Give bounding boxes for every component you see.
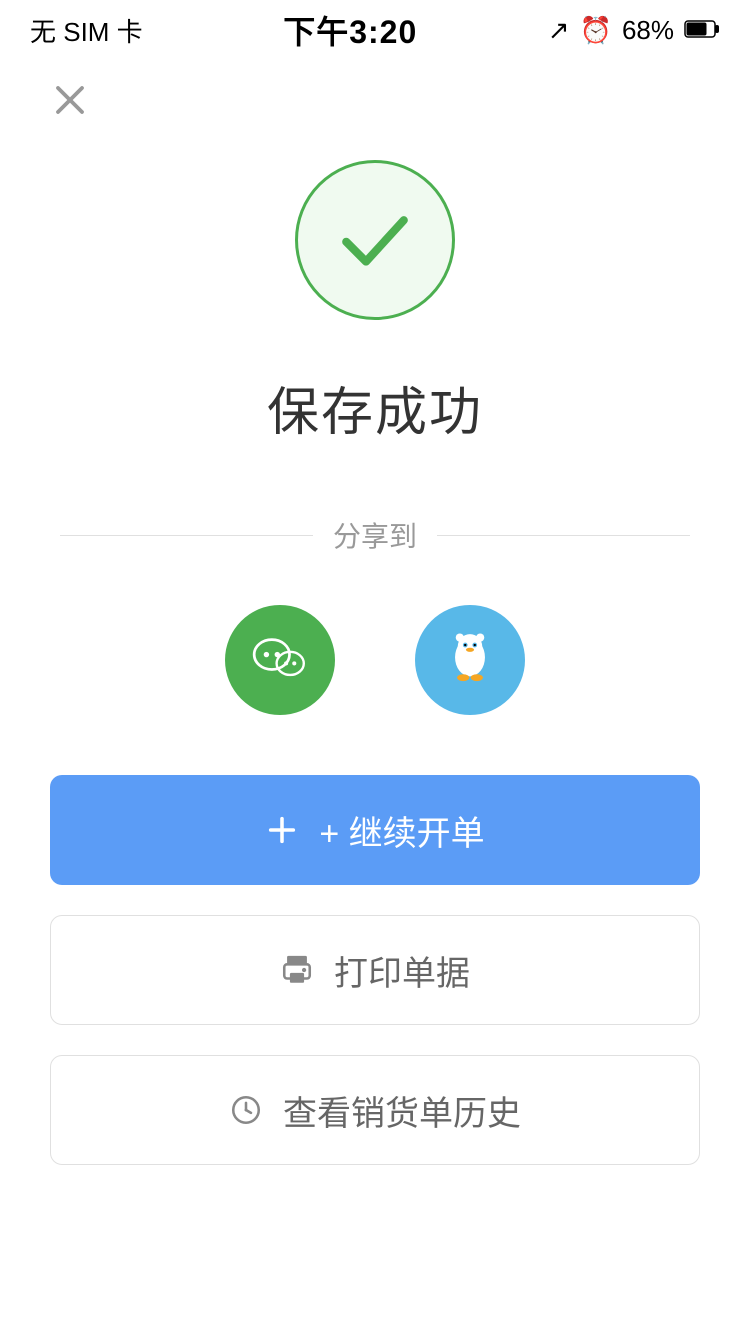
action-buttons: + 继续开单 打印单据 查看销货单历史 [0,775,750,1165]
battery-text: 68% [622,15,674,46]
qq-icon [436,626,504,694]
share-icons [225,605,525,715]
history-icon [229,1093,263,1127]
success-icon-circle [295,160,455,320]
print-label: 打印单据 [334,946,470,995]
history-label: 查看销货单历史 [283,1086,521,1135]
status-right: ↗ ⏰ 68% [548,15,720,46]
main-content: 保存成功 分享到 [0,60,750,1165]
continue-button[interactable]: + 继续开单 [50,775,700,885]
qq-share-button[interactable] [415,605,525,715]
alarm-icon: ⏰ [580,15,612,46]
battery-icon [684,15,720,46]
close-button[interactable] [40,70,100,130]
success-title: 保存成功 [267,370,483,445]
plus-icon [265,813,299,847]
carrier-text: 无 SIM 卡 [30,12,143,49]
divider-right [437,535,690,536]
status-time: 下午3:20 [283,7,417,53]
share-divider: 分享到 [0,515,750,555]
location-icon: ↗ [548,15,570,46]
status-left: 无 SIM 卡 [30,12,153,49]
wechat-share-button[interactable] [225,605,335,715]
print-icon [280,953,314,987]
history-button[interactable]: 查看销货单历史 [50,1055,700,1165]
status-bar: 无 SIM 卡 下午3:20 ↗ ⏰ 68% [0,0,750,60]
continue-label: + 继续开单 [319,806,484,855]
wechat-icon [246,626,314,694]
print-button[interactable]: 打印单据 [50,915,700,1025]
divider-left [60,535,313,536]
checkmark-icon [330,195,420,285]
share-label: 分享到 [333,515,417,555]
share-section: 分享到 [0,515,750,715]
